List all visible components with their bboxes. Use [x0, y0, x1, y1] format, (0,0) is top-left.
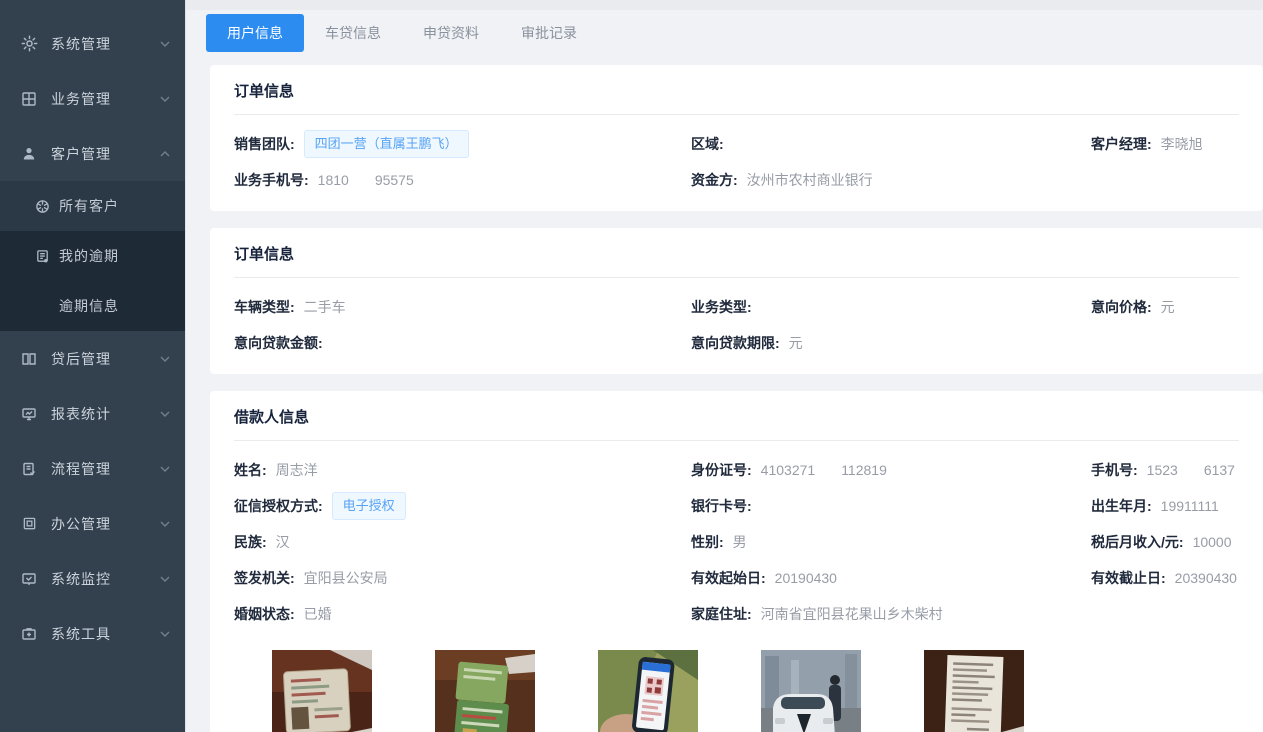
sidebar-item-system-tools[interactable]: 系统工具: [0, 606, 185, 661]
card-title: 订单信息: [234, 228, 1239, 278]
top-strip: [186, 0, 1263, 10]
tab-car-loan-info[interactable]: 车贷信息: [304, 14, 402, 52]
order-info-card-1: 订单信息 销售团队: 四团一营（直属王鹏飞） 区域: 客户经理: 李晓旭 业务手…: [210, 65, 1263, 211]
field-valid-to: 有效截止日: 20390430: [1091, 567, 1239, 589]
sidebar-item-postloan-management[interactable]: 贷后管理: [0, 331, 185, 386]
field-id-number: 身份证号: 4103271 112819: [691, 459, 1091, 481]
tab-approval-records[interactable]: 审批记录: [500, 14, 598, 52]
field-business-type: 业务类型:: [691, 296, 1091, 318]
toolbox-icon: [20, 625, 38, 643]
sidebar-item-customer-management[interactable]: 客户管理: [0, 126, 185, 181]
redaction-mask: [1178, 462, 1204, 478]
field-intended-price: 意向价格: 元: [1091, 296, 1239, 318]
open-book-icon: [20, 350, 38, 368]
sidebar-item-system-monitor[interactable]: 系统监控: [0, 551, 185, 606]
photo-green-booklet[interactable]: 驾驶证国徽页: [435, 650, 535, 732]
field-business-phone: 业务手机号: 1810 95575: [234, 169, 691, 191]
monitor-check-icon: [20, 570, 38, 588]
sidebar-item-label: 流程管理: [51, 459, 159, 479]
field-intended-loan-term: 意向贷款期限: 元: [691, 332, 1091, 354]
document-photos: 身份证: [234, 625, 1239, 732]
photo-phone-qr[interactable]: 授权证明: [598, 650, 698, 732]
square-in-square-icon: [20, 515, 38, 533]
field-region: 区域:: [691, 133, 1091, 155]
customer-management-submenu: 所有客户 我的逾期 逾期信息: [0, 181, 185, 331]
field-monthly-income: 税后月收入/元: 10000: [1091, 531, 1239, 553]
photo-person-with-car[interactable]: 人车合影: [761, 650, 861, 732]
field-home-address: 家庭住址: 河南省宜阳县花果山乡木柴村: [691, 603, 1091, 625]
field-marital-status: 婚姻状态: 已婚: [234, 603, 691, 625]
detail-tabs: 用户信息 车贷信息 申贷资料 审批记录: [206, 14, 1263, 52]
credit-auth-tag[interactable]: 电子授权: [332, 492, 406, 520]
gear-icon: [20, 35, 38, 53]
sidebar-item-label: 所有客户: [59, 196, 119, 216]
sidebar-item-label: 贷后管理: [51, 349, 159, 369]
borrower-info-card: 借款人信息 姓名: 周志洋 身份证号: 4103271 112819 手机号: …: [210, 391, 1263, 732]
sidebar-item-label: 办公管理: [51, 514, 159, 534]
field-vehicle-type: 车辆类型: 二手车: [234, 296, 691, 318]
monitor-icon: [20, 405, 38, 423]
green-booklet-photo-thumbnail: [435, 650, 535, 732]
user-icon: [20, 145, 38, 163]
ledger-icon: [34, 248, 50, 264]
sidebar-item-system-management[interactable]: 系统管理: [0, 16, 185, 71]
sidebar-item-all-customers[interactable]: 所有客户: [0, 181, 185, 231]
sidebar-item-office-management[interactable]: 办公管理: [0, 496, 185, 551]
clipboard-icon: [20, 460, 38, 478]
chevron-down-icon: [159, 463, 171, 475]
sidebar-item-label: 业务管理: [51, 89, 159, 109]
phone-qr-photo-thumbnail: [598, 650, 698, 732]
grid-icon: [20, 90, 38, 108]
redaction-mask: [815, 462, 841, 478]
sidebar-item-my-overdue[interactable]: 我的逾期: [0, 231, 185, 281]
sales-team-tag[interactable]: 四团一营（直属王鹏飞）: [304, 130, 469, 158]
field-valid-from: 有效起始日: 20190430: [691, 567, 1091, 589]
tab-loan-application-docs[interactable]: 申贷资料: [402, 14, 500, 52]
chevron-down-icon: [159, 518, 171, 530]
sidebar-item-label: 我的逾期: [59, 246, 119, 266]
field-issuing-authority: 签发机关: 宜阳县公安局: [234, 567, 691, 589]
sidebar-item-label: 系统工具: [51, 624, 159, 644]
field-funder: 资金方: 汝州市农村商业银行: [691, 169, 1091, 191]
field-bank-card: 银行卡号:: [691, 495, 1091, 517]
id-card-photo-thumbnail: [272, 650, 372, 732]
chevron-up-icon: [159, 148, 171, 160]
field-birth-date: 出生年月: 19911111: [1091, 495, 1239, 517]
field-customer-manager: 客户经理: 李晓旭: [1091, 133, 1239, 155]
chevron-down-icon: [159, 93, 171, 105]
sidebar-item-label: 客户管理: [51, 144, 159, 164]
sidebar-item-label: 系统管理: [51, 34, 159, 54]
order-info-card-2: 订单信息 车辆类型: 二手车 业务类型: 意向价格: 元 意向贷款金额: 意向贷…: [210, 228, 1263, 374]
document-photo-thumbnail: [924, 650, 1024, 732]
field-ethnicity: 民族: 汉: [234, 531, 691, 553]
main-content: 用户信息 车贷信息 申贷资料 审批记录 订单信息 销售团队: 四团一营（直属王鹏…: [185, 0, 1263, 732]
field-mobile: 手机号: 1523 6137: [1091, 459, 1239, 481]
field-gender: 性别: 男: [691, 531, 1091, 553]
field-credit-auth-method: 征信授权方式: 电子授权: [234, 495, 691, 517]
chevron-down-icon: [159, 573, 171, 585]
photo-handwritten-document[interactable]: 其他材料: [924, 650, 1024, 732]
sidebar-item-label: 逾期信息: [59, 296, 119, 316]
sidebar-item-overdue-info[interactable]: 逾期信息: [0, 281, 185, 331]
chevron-down-icon: [159, 408, 171, 420]
chevron-down-icon: [159, 38, 171, 50]
card-title: 订单信息: [234, 65, 1239, 115]
sidebar: 系统管理 业务管理 客户管理 所有客户 我的逾期 逾期信息: [0, 0, 185, 732]
field-sales-team: 销售团队: 四团一营（直属王鹏飞）: [234, 133, 691, 155]
field-intended-loan-amount: 意向贷款金额:: [234, 332, 691, 354]
person-car-photo-thumbnail: [761, 650, 861, 732]
tab-user-info[interactable]: 用户信息: [206, 14, 304, 52]
sidebar-item-process-management[interactable]: 流程管理: [0, 441, 185, 496]
wheel-icon: [34, 198, 50, 214]
sidebar-item-label: 报表统计: [51, 404, 159, 424]
sidebar-item-business-management[interactable]: 业务管理: [0, 71, 185, 126]
redaction-mask: [349, 172, 375, 188]
sidebar-item-label: 系统监控: [51, 569, 159, 589]
field-name: 姓名: 周志洋: [234, 459, 691, 481]
photo-id-card[interactable]: 身份证: [272, 650, 372, 732]
sidebar-item-report-statistics[interactable]: 报表统计: [0, 386, 185, 441]
card-title: 借款人信息: [234, 391, 1239, 441]
chevron-down-icon: [159, 628, 171, 640]
chevron-down-icon: [159, 353, 171, 365]
